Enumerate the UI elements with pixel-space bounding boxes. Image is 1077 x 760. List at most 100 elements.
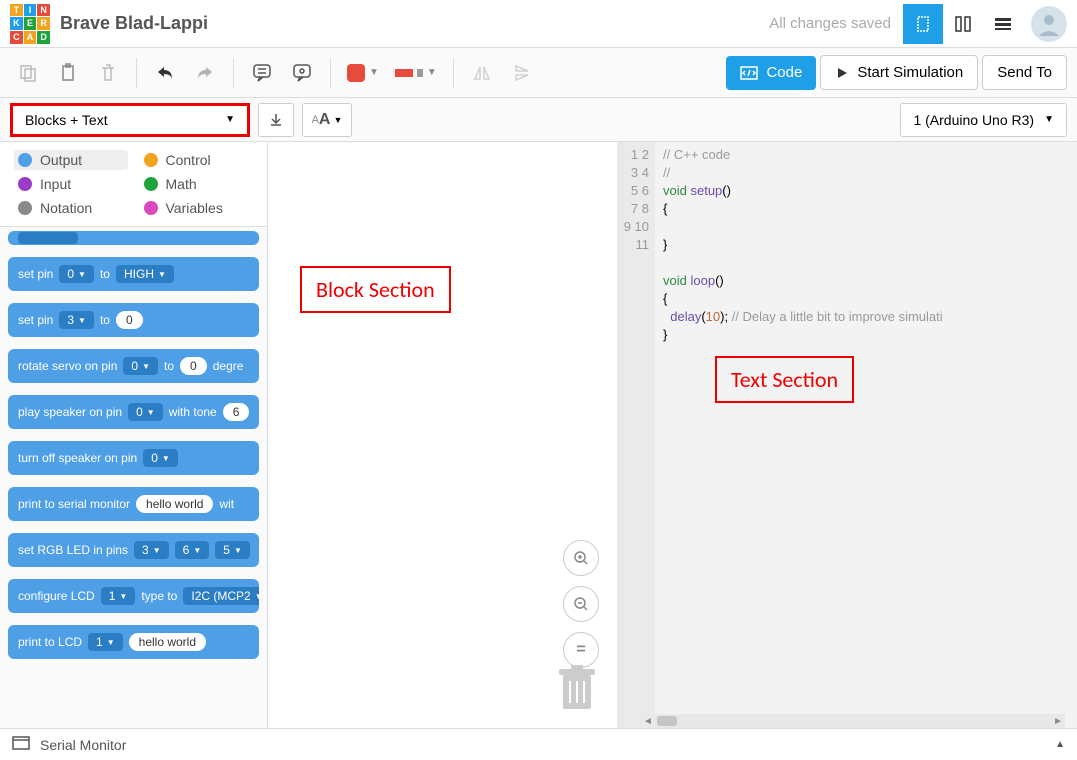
block-part: 3 ▼ [134,541,169,559]
save-status: All changes saved [769,15,891,32]
mirror-h-button[interactable] [464,55,500,91]
block-part: set pin [18,267,53,281]
wire-color-button[interactable]: ▼ [341,55,385,91]
block-part: type to [141,589,177,603]
line-gutter: 1 2 3 4 5 6 7 8 9 10 11 [623,142,655,728]
left-column: OutputControlInputMathNotationVariables … [0,142,268,728]
category-math[interactable]: Math [144,176,250,192]
block-part: 0 ▼ [59,265,94,283]
block-part: hello world [136,495,213,513]
code-button[interactable]: Code [726,56,816,90]
block-workspace[interactable]: Block Section = [268,142,617,728]
block-part: 0 ▼ [123,357,158,375]
tinkercad-logo[interactable]: TIN KER CAD [10,4,50,44]
category-output[interactable]: Output [14,150,128,170]
code-mode-select[interactable]: Blocks + Text ▼ [10,103,250,137]
block-categories: Output Control Input Math Notation Variables [0,142,267,227]
category-label: Output [40,152,82,168]
category-dot-icon [18,177,32,191]
block-part: play speaker on pin [18,405,122,419]
delete-button[interactable] [90,55,126,91]
block-part: to [100,313,110,327]
category-dot-icon [18,153,32,167]
trash-icon[interactable] [557,665,597,718]
block-part: to [164,359,174,373]
block-part: 6 ▼ [175,541,210,559]
view-3d-icon[interactable] [903,4,943,44]
block-stub[interactable] [8,231,259,245]
block-part: 1 ▼ [101,587,136,605]
code-block[interactable]: turn off speaker on pin0 ▼ [8,441,259,475]
serial-monitor-button[interactable]: Serial Monitor [40,737,126,753]
block-part: 0 ▼ [143,449,178,467]
paste-button[interactable] [50,55,86,91]
sim-label: Start Simulation [857,64,963,81]
block-part: 1 ▼ [88,633,123,651]
block-part: wit [219,497,234,511]
block-part: configure LCD [18,589,95,603]
wire-type-button[interactable]: ▼ [389,55,443,91]
start-simulation-button[interactable]: Start Simulation [820,55,978,90]
block-part: set RGB LED in pins [18,543,128,557]
zoom-fit-button[interactable]: = [563,632,599,668]
annotation-block-section: Block Section [300,266,451,313]
code-block[interactable]: print to serial monitor hello world wit [8,487,259,521]
horizontal-scrollbar[interactable]: ◄ ► [655,714,1065,728]
main-toolbar: ▼ ▼ Code Start Simulation Send To [0,48,1077,98]
show-hide-button[interactable] [284,55,320,91]
zoom-out-button[interactable] [563,586,599,622]
block-part: degre [213,359,244,373]
block-part: rotate servo on pin [18,359,117,373]
block-part: hello world [129,633,206,651]
serial-monitor-icon[interactable] [12,736,30,753]
code-block[interactable]: configure LCD1 ▼type toI2C (MCP2 ▼ [8,579,259,613]
code-block[interactable]: play speaker on pin0 ▼with tone6 [8,395,259,429]
category-control[interactable]: Control [144,152,250,168]
view-list-icon[interactable] [983,4,1023,44]
category-label: Control [166,152,211,168]
copy-button[interactable] [10,55,46,91]
annotation-text-section: Text Section [715,356,854,403]
code-block[interactable]: set pin3 ▼to0 [8,303,259,337]
project-title[interactable]: Brave Blad-Lappi [60,13,208,34]
zoom-in-button[interactable] [563,540,599,576]
category-input[interactable]: Input [18,176,124,192]
mirror-v-button[interactable] [504,55,540,91]
chevron-down-icon: ▼ [1044,114,1054,125]
expand-up-icon[interactable]: ▲ [1055,739,1065,750]
download-button[interactable] [258,103,294,137]
code-icon [740,64,758,82]
block-part: 3 ▼ [59,311,94,329]
block-part: print to LCD [18,635,82,649]
code-block[interactable]: print to LCD 1 ▼ hello world [8,625,259,659]
category-notation[interactable]: Notation [18,200,124,216]
code-block[interactable]: set RGB LED in pins 3 ▼ 6 ▼ 5 ▼ [8,533,259,567]
user-avatar[interactable] [1031,6,1067,42]
block-part: with tone [169,405,217,419]
code-block[interactable]: rotate servo on pin 0 ▼ to 0 degre [8,349,259,383]
send-to-button[interactable]: Send To [982,55,1067,90]
undo-button[interactable] [147,55,183,91]
block-part: 5 ▼ [215,541,250,559]
text-size-button[interactable]: AA▼ [302,103,352,137]
code-label: Code [766,64,802,81]
board-select[interactable]: 1 (Arduino Uno R3) ▼ [900,103,1067,137]
block-part: 0 [180,357,207,375]
scroll-thumb[interactable] [657,716,677,726]
code-block[interactable]: set pin0 ▼toHIGH ▼ [8,257,259,291]
block-part: print to serial monitor [18,497,130,511]
category-label: Variables [166,200,223,216]
code-area[interactable]: // C++ code // void setup() { } void loo… [655,142,1077,728]
category-label: Input [40,176,71,192]
zoom-controls: = [563,540,599,668]
notes-button[interactable] [244,55,280,91]
category-dot-icon [144,201,158,215]
category-variables[interactable]: Variables [144,200,250,216]
chevron-down-icon: ▼ [427,67,437,78]
view-schematic-icon[interactable] [943,4,983,44]
block-part: HIGH ▼ [116,265,174,283]
block-part: 6 [223,403,250,421]
text-editor: 1 2 3 4 5 6 7 8 9 10 11 // C++ code // v… [617,142,1077,728]
play-icon [835,66,849,80]
redo-button[interactable] [187,55,223,91]
